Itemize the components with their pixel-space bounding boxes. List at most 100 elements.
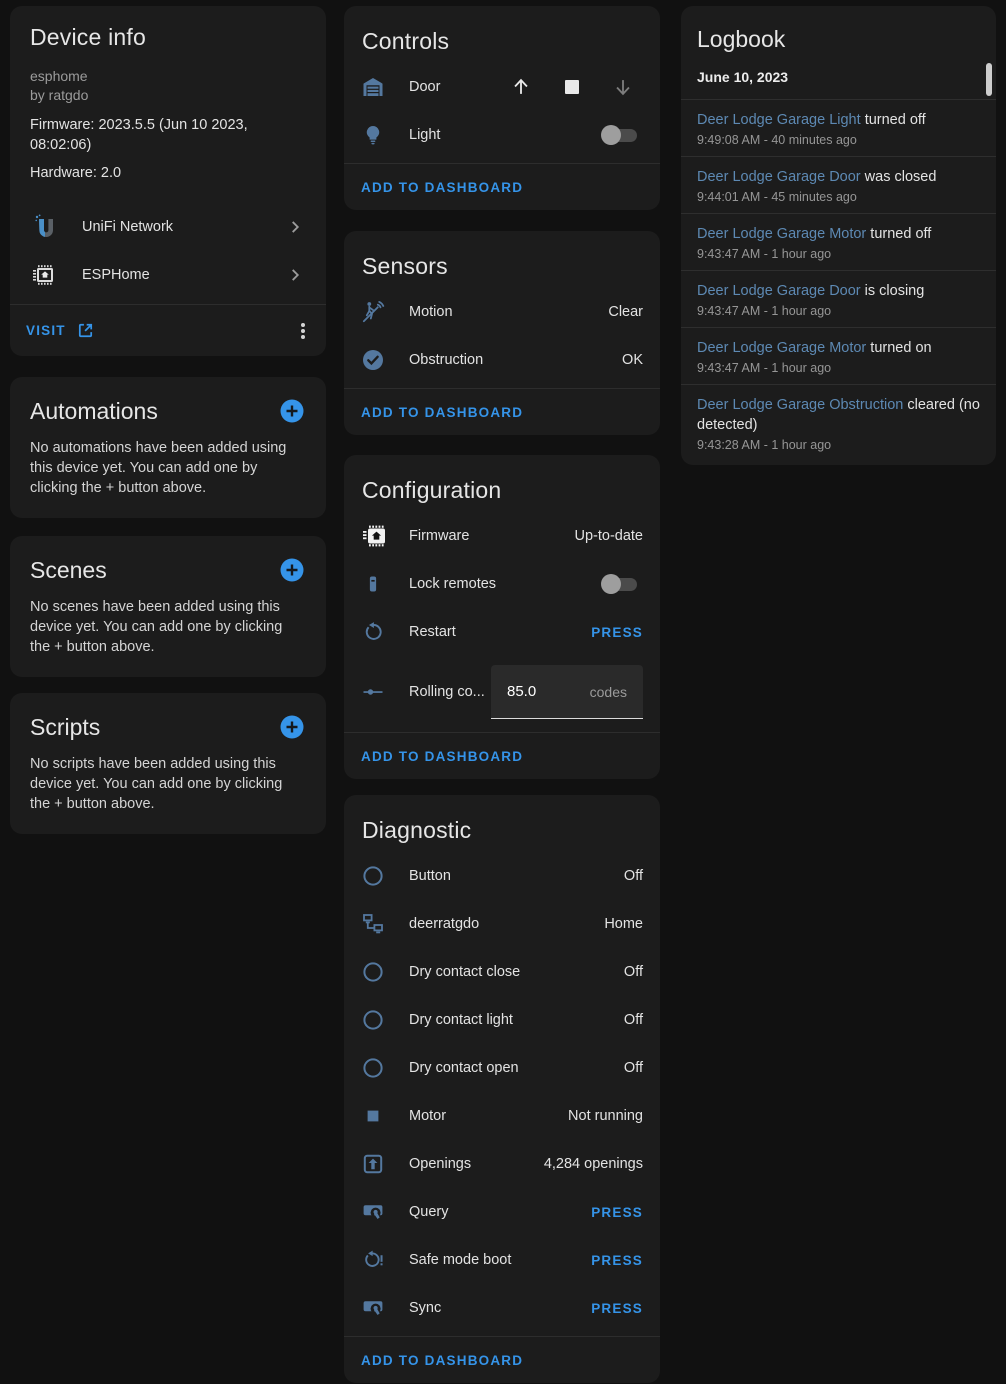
add-to-dashboard-button[interactable]: ADD TO DASHBOARD — [361, 405, 523, 420]
logbook-entry-list: Deer Lodge Garage Light turned off 9:49:… — [681, 99, 996, 461]
diagnostic-row-motor: Motor Not running — [344, 1092, 660, 1140]
config-label: Firmware — [409, 528, 470, 544]
diagnostic-card: Diagnostic Button Off deerratgdo Home Dr… — [344, 795, 660, 1383]
visit-button[interactable]: VISIT — [18, 313, 103, 348]
motion-sensor-icon — [361, 300, 385, 324]
integration-label: UniFi Network — [82, 219, 174, 235]
toggle-thumb — [601, 125, 621, 145]
cover-stop-button[interactable] — [552, 67, 592, 107]
logbook-timestamp: 9:43:47 AM - 1 hour ago — [697, 304, 832, 318]
diagnostic-label: Dry contact close — [409, 964, 521, 980]
diagnostic-title: Diagnostic — [362, 817, 472, 843]
diagnostic-label: Query — [409, 1204, 449, 1220]
logbook-action: turned off — [864, 112, 926, 128]
integration-row-unifi[interactable]: UniFi Network — [30, 203, 306, 251]
query-press-button[interactable]: PRESS — [591, 1205, 643, 1220]
circle-outline-icon — [361, 960, 385, 984]
device-info-card: Device info esphome by ratgdo Firmware: … — [10, 6, 326, 356]
check-circle-icon — [361, 348, 385, 372]
scenes-card: Scenes No scenes have been added using t… — [10, 536, 326, 677]
sensors-card: Sensors Motion Clear Obstruction OK ADD … — [344, 231, 660, 435]
arrow-up-box-icon — [361, 1152, 385, 1176]
gesture-tap-button-icon — [361, 1200, 385, 1224]
add-automation-button[interactable] — [278, 397, 306, 425]
diagnostic-label: deerratgdo — [409, 916, 480, 932]
light-toggle[interactable] — [601, 125, 638, 145]
sensor-label: Motion — [409, 304, 453, 320]
diagnostic-label: Dry contact open — [409, 1060, 519, 1076]
diagnostic-row-safe-mode-boot: Safe mode boot PRESS — [344, 1236, 660, 1284]
config-row-firmware: Firmware Up-to-date — [344, 512, 660, 560]
logbook-entity-link[interactable]: Deer Lodge Garage Obstruction — [697, 397, 903, 413]
device-hardware-version: Hardware: 2.0 — [30, 165, 122, 181]
sync-press-button[interactable]: PRESS — [591, 1301, 643, 1316]
rolling-code-unit: codes — [589, 683, 627, 700]
diagnostic-label: Openings — [409, 1156, 472, 1172]
diagnostic-row-dry-contact-close: Dry contact close Off — [344, 948, 660, 996]
logbook-entity-link[interactable]: Deer Lodge Garage Door — [697, 169, 861, 185]
add-script-button[interactable] — [278, 713, 306, 741]
restart-press-button[interactable]: PRESS — [591, 625, 643, 640]
device-manufacturer: by ratgdo — [30, 87, 89, 103]
diagnostic-row-dry-contact-open: Dry contact open Off — [344, 1044, 660, 1092]
diagnostic-value: Off — [623, 964, 643, 980]
toggle-thumb — [601, 574, 621, 594]
circle-outline-icon — [361, 1008, 385, 1032]
logbook-entry: Deer Lodge Garage Motor turned on 9:43:4… — [681, 327, 996, 384]
gesture-tap-button-icon — [361, 1296, 385, 1320]
logbook-entry: Deer Lodge Garage Door is closing 9:43:4… — [681, 270, 996, 327]
diagnostic-row-query: Query PRESS — [344, 1188, 660, 1236]
logbook-action: is closing — [864, 283, 925, 299]
diagnostic-row-deerratgdo: deerratgdo Home — [344, 900, 660, 948]
esphome-logo-icon — [30, 260, 60, 290]
logbook-entity-link[interactable]: Deer Lodge Garage Door — [697, 283, 861, 299]
logbook-timestamp: 9:43:47 AM - 1 hour ago — [697, 247, 832, 261]
slider-dot-icon — [361, 680, 385, 704]
logbook-entity-link[interactable]: Deer Lodge Garage Light — [697, 112, 861, 128]
automations-title: Automations — [30, 397, 158, 424]
logbook-card: Logbook June 10, 2023 Deer Lodge Garage … — [681, 6, 996, 465]
integration-label: ESPHome — [82, 267, 150, 283]
diagnostic-row-openings: Openings 4,284 openings — [344, 1140, 660, 1188]
logbook-timestamp: 9:43:28 AM - 1 hour ago — [697, 438, 832, 452]
logbook-timestamp: 9:44:01 AM - 45 minutes ago — [697, 190, 857, 204]
overflow-menu-button[interactable] — [284, 313, 322, 349]
controls-title: Controls — [362, 28, 450, 54]
add-scene-button[interactable] — [278, 556, 306, 584]
control-label: Door — [409, 79, 441, 95]
add-to-dashboard-button[interactable]: ADD TO DASHBOARD — [361, 1353, 523, 1368]
logbook-entity-link[interactable]: Deer Lodge Garage Motor — [697, 226, 866, 242]
safe-mode-boot-press-button[interactable]: PRESS — [591, 1253, 643, 1268]
cover-close-button[interactable] — [603, 67, 643, 107]
sensors-title: Sensors — [362, 253, 448, 279]
logbook-scrollbar-thumb[interactable] — [986, 63, 992, 96]
sensor-value: OK — [622, 352, 643, 368]
scripts-card: Scripts No scripts have been added using… — [10, 693, 326, 834]
cover-open-button[interactable] — [501, 67, 541, 107]
rolling-code-field[interactable]: 85.0 codes — [491, 665, 643, 719]
config-label: Restart — [409, 624, 456, 640]
diagnostic-label: Button — [409, 868, 451, 884]
logbook-entry: Deer Lodge Garage Obstruction cleared (n… — [681, 384, 996, 461]
add-to-dashboard-button[interactable]: ADD TO DASHBOARD — [361, 749, 523, 764]
logbook-action: turned on — [870, 340, 932, 356]
logbook-entity-link[interactable]: Deer Lodge Garage Motor — [697, 340, 866, 356]
chevron-right-icon — [284, 264, 306, 286]
diagnostic-value: Home — [604, 916, 643, 932]
logbook-entry: Deer Lodge Garage Motor turned off 9:43:… — [681, 213, 996, 270]
sensor-row-obstruction: Obstruction OK — [344, 336, 660, 384]
config-row-restart: Restart PRESS — [344, 608, 660, 656]
integration-row-esphome[interactable]: ESPHome — [30, 251, 306, 299]
diagnostic-value: Off — [623, 1060, 643, 1076]
automations-empty-text: No automations have been added using thi… — [30, 440, 287, 496]
add-to-dashboard-button[interactable]: ADD TO DASHBOARD — [361, 180, 523, 195]
diagnostic-label: Motor — [409, 1108, 447, 1124]
config-row-lock-remotes: Lock remotes — [344, 560, 660, 608]
circle-outline-icon — [361, 1056, 385, 1080]
diagnostic-value: Off — [623, 868, 643, 884]
configuration-card: Configuration Firmware Up-to-date Lock r… — [344, 455, 660, 779]
logbook-action: was closed — [864, 169, 937, 185]
diagnostic-row-sync: Sync PRESS — [344, 1284, 660, 1332]
logbook-timestamp: 9:43:47 AM - 1 hour ago — [697, 361, 832, 375]
lock-remotes-toggle[interactable] — [601, 574, 638, 594]
